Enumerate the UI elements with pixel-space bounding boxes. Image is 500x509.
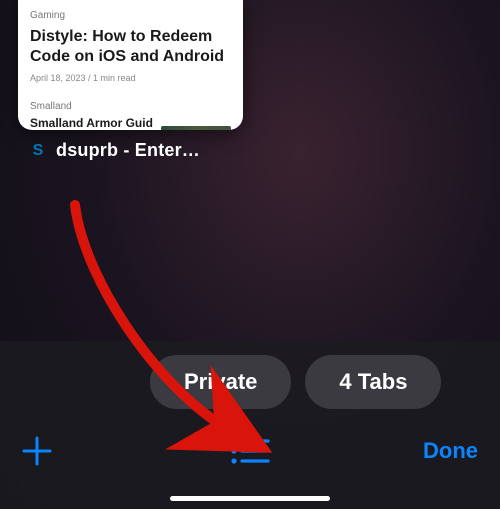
bottom-toolbar: Private 4 Tabs Done bbox=[0, 341, 500, 509]
tab-group-tabs[interactable]: 4 Tabs bbox=[305, 355, 441, 409]
tab-preview-content: Gaming Distyle: How to Redeem Code on iO… bbox=[18, 0, 243, 130]
article-meta: April 18, 2023 / 1 min read bbox=[30, 73, 231, 83]
article-category: Gaming bbox=[30, 10, 231, 21]
tab-group-pills: Private 4 Tabs bbox=[150, 355, 500, 409]
tab-label[interactable]: S dsuprb - Enter… bbox=[30, 140, 200, 161]
done-button[interactable]: Done bbox=[423, 438, 478, 464]
article-thumbnail bbox=[161, 126, 231, 130]
article-title: Smalland Armor Guide: All bbox=[30, 116, 153, 130]
article-category: Smalland bbox=[30, 101, 231, 112]
toolbar-buttons: Done bbox=[0, 427, 500, 475]
list-icon bbox=[230, 437, 270, 465]
article-title: Distyle: How to Redeem Code on iOS and A… bbox=[30, 27, 231, 67]
tab-title-text: dsuprb - Enter… bbox=[56, 140, 200, 161]
home-indicator[interactable] bbox=[170, 496, 330, 501]
favicon-icon: S bbox=[30, 143, 46, 159]
tab-preview-card[interactable]: Gaming Distyle: How to Redeem Code on iO… bbox=[18, 0, 243, 130]
tab-group-private[interactable]: Private bbox=[150, 355, 291, 409]
plus-icon bbox=[20, 434, 54, 468]
tab-groups-button[interactable] bbox=[230, 437, 270, 465]
new-tab-button[interactable] bbox=[20, 434, 54, 468]
